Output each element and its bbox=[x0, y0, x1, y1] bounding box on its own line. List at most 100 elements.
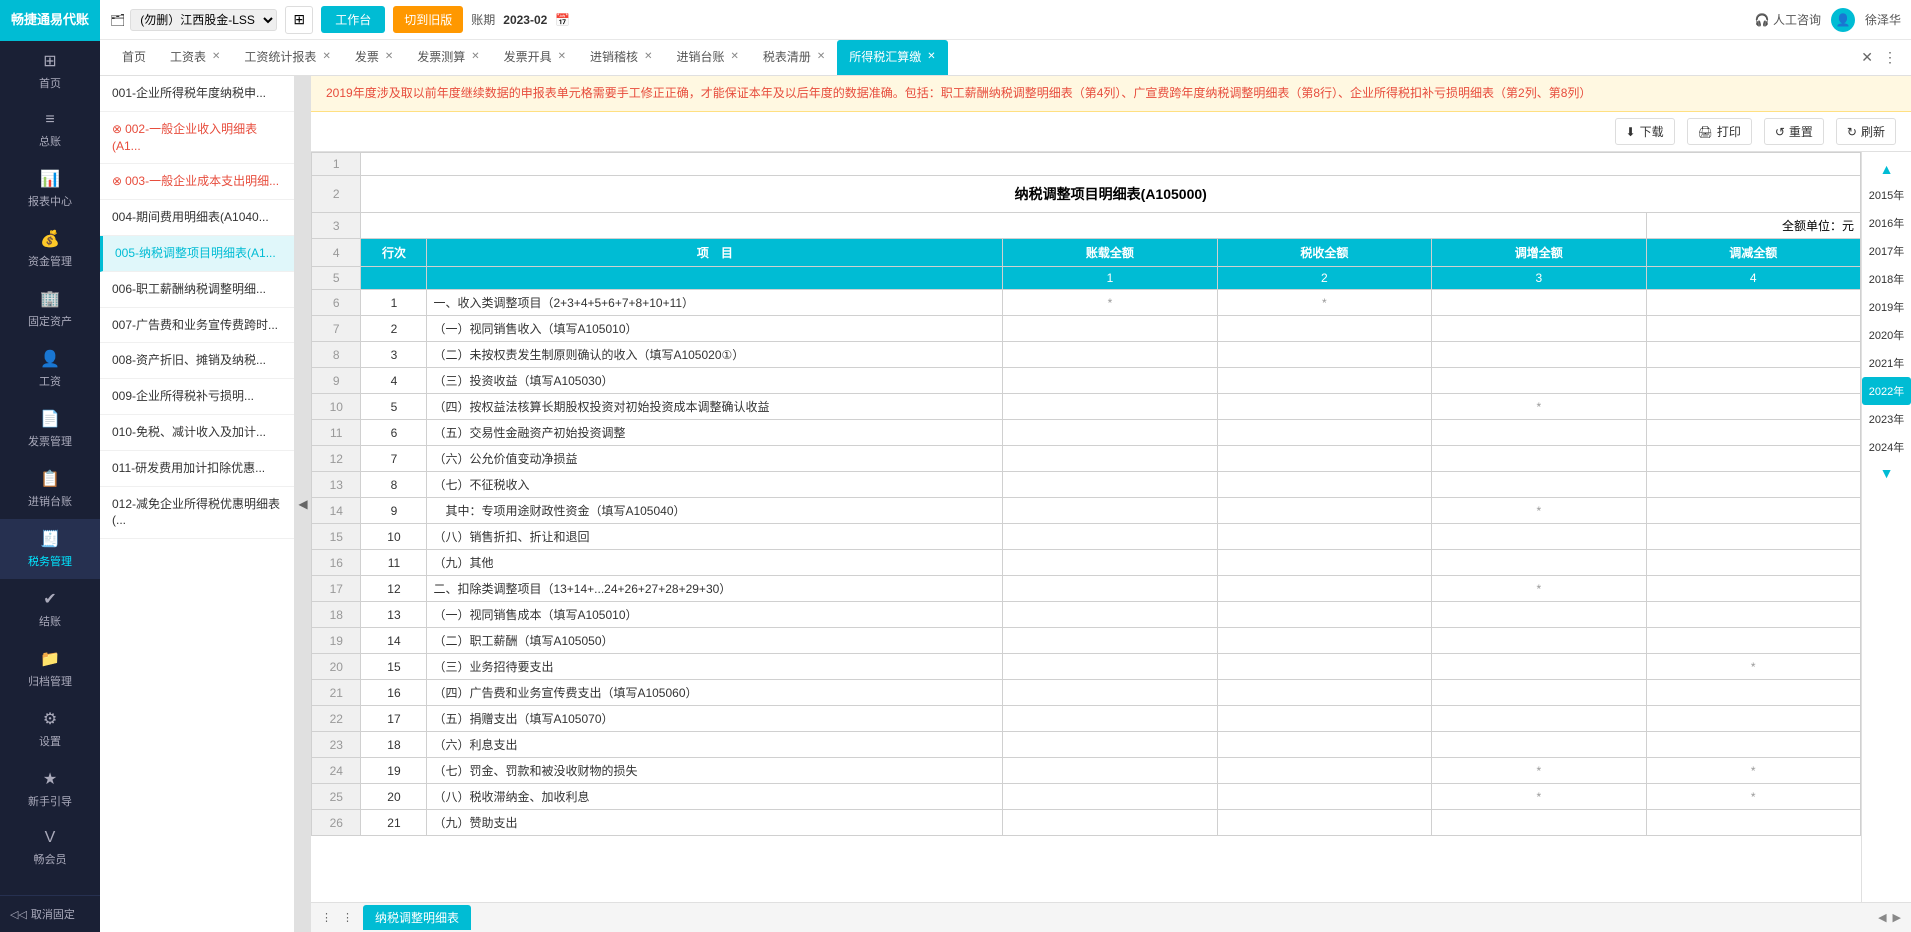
sidebar-item-guide[interactable]: ★ 新手引导 bbox=[0, 759, 100, 819]
workbench-btn[interactable]: 工作台 bbox=[321, 6, 385, 33]
tab-sales-ledger[interactable]: 进销台账 ✕ bbox=[664, 40, 750, 75]
scroll-right-btn[interactable]: ⋮ bbox=[342, 911, 353, 924]
table-row: 21 16 （四）广告费和业务宣传费支出（填写A105060） bbox=[312, 680, 1861, 706]
sidebar-item-label: 发票管理 bbox=[28, 433, 72, 449]
error-icon: ⊗ bbox=[112, 122, 122, 136]
year-2023[interactable]: 2023年 bbox=[1862, 405, 1911, 433]
sidebar-item-label: 税务管理 bbox=[28, 553, 72, 569]
tab-close-invoice-calc[interactable]: ✕ bbox=[471, 51, 479, 62]
reset-btn[interactable]: ↺ 重置 bbox=[1764, 118, 1824, 145]
year-2017[interactable]: 2017年 bbox=[1862, 237, 1911, 265]
left-panel-item-006[interactable]: 006-职工薪酬纳税调整明细... bbox=[100, 272, 294, 308]
table-row: 26 21 （九）赞助支出 bbox=[312, 810, 1861, 836]
tab-close-income-tax[interactable]: ✕ bbox=[927, 51, 935, 62]
tab-close-payroll-stats[interactable]: ✕ bbox=[322, 51, 330, 62]
sidebar-bottom-unpin[interactable]: ◁◁ 取消固定 bbox=[0, 895, 100, 932]
refresh-btn[interactable]: ↻ 刷新 bbox=[1836, 118, 1896, 145]
left-panel-item-009[interactable]: 009-企业所得税补亏损明... bbox=[100, 379, 294, 415]
left-panel-item-007[interactable]: 007-广告费和业务宣传费跨时... bbox=[100, 308, 294, 344]
table-container[interactable]: 1 2 纳税调整项目明细表(A105000) 3 bbox=[311, 152, 1861, 902]
tab-income-tax[interactable]: 所得税汇算缴 ✕ bbox=[837, 40, 947, 75]
sidebar-item-invoice[interactable]: 📄 发票管理 bbox=[0, 399, 100, 459]
sidebar-item-label: 固定资产 bbox=[28, 313, 72, 329]
left-panel-item-002[interactable]: ⊗002-一般企业收入明细表(A1... bbox=[100, 112, 294, 165]
sheet-scroll-area: 1 2 纳税调整项目明细表(A105000) 3 bbox=[311, 152, 1911, 902]
tab-invoice-issue[interactable]: 发票开具 ✕ bbox=[492, 40, 578, 75]
left-panel-item-005[interactable]: 005-纳税调整项目明细表(A1... bbox=[100, 236, 294, 272]
tab-close-sales-ledger[interactable]: ✕ bbox=[730, 51, 738, 62]
left-panel-item-001[interactable]: 001-企业所得税年度纳税申... bbox=[100, 76, 294, 112]
company-select[interactable]: (勿删）江西股金-LSS bbox=[130, 9, 277, 31]
reports-icon: 📊 bbox=[40, 169, 60, 189]
tab-payroll-stats[interactable]: 工资统计报表 ✕ bbox=[232, 40, 342, 75]
table-row: 2 纳税调整项目明细表(A105000) bbox=[312, 176, 1861, 213]
collapse-panel-btn[interactable]: ◀ bbox=[295, 76, 311, 932]
sidebar-item-member[interactable]: V 畅会员 bbox=[0, 819, 100, 877]
table-unit: 全额单位：元 bbox=[1646, 213, 1861, 239]
tab-payroll[interactable]: 工资表 ✕ bbox=[158, 40, 232, 75]
invoice-icon: 📄 bbox=[40, 409, 60, 429]
tab-invoice[interactable]: 发票 ✕ bbox=[343, 40, 405, 75]
left-panel-item-012[interactable]: 012-减免企业所得税优惠明细表(... bbox=[100, 487, 294, 540]
sidebar-item-home[interactable]: ⊞ 首页 bbox=[0, 41, 100, 101]
left-panel-item-008[interactable]: 008-资产折旧、摊销及纳税... bbox=[100, 343, 294, 379]
tab-close-invoice-issue[interactable]: ✕ bbox=[558, 51, 566, 62]
sidebar-item-payroll[interactable]: 👤 工资 bbox=[0, 339, 100, 399]
sidebar-item-close[interactable]: ✔ 结账 bbox=[0, 579, 100, 639]
left-panel-item-004[interactable]: 004-期间费用明细表(A1040... bbox=[100, 200, 294, 236]
sidebar-item-archive[interactable]: 📁 归档管理 bbox=[0, 639, 100, 699]
tab-close-sales-check[interactable]: ✕ bbox=[644, 51, 652, 62]
year-2018[interactable]: 2018年 bbox=[1862, 265, 1911, 293]
sidebar-item-fixed[interactable]: 🏢 固定资产 bbox=[0, 279, 100, 339]
service-btn[interactable]: 🎧 人工咨询 bbox=[1755, 11, 1821, 28]
tab-home[interactable]: 首页 bbox=[110, 40, 158, 75]
year-2015[interactable]: 2015年 bbox=[1862, 181, 1911, 209]
col-header-v2: 税收全额 bbox=[1217, 239, 1431, 267]
sidebar-item-ledger[interactable]: ≡ 总账 bbox=[0, 101, 100, 159]
year-2022[interactable]: 2022年 bbox=[1862, 377, 1911, 405]
left-panel-item-010[interactable]: 010-免税、减计收入及加计... bbox=[100, 415, 294, 451]
sidebar-item-label: 结账 bbox=[39, 613, 61, 629]
tab-close-invoice[interactable]: ✕ bbox=[385, 51, 393, 62]
tab-close-payroll[interactable]: ✕ bbox=[212, 51, 220, 62]
sidebar-item-purchase[interactable]: 📋 进销台账 bbox=[0, 459, 100, 519]
error-icon: ⊗ bbox=[112, 174, 122, 188]
refresh-icon: ↻ bbox=[1847, 125, 1857, 139]
table-row: 18 13 （一）视同销售成本（填写A105010） bbox=[312, 602, 1861, 628]
close-all-tabs-btn[interactable]: ✕ bbox=[1855, 49, 1879, 66]
sidebar-item-tax[interactable]: 🧾 税务管理 bbox=[0, 519, 100, 579]
calendar-icon[interactable]: 📅 bbox=[555, 13, 570, 27]
sidebar-item-label: 工资 bbox=[39, 373, 61, 389]
back-btn[interactable]: 切到旧版 bbox=[393, 6, 463, 33]
year-2021[interactable]: 2021年 bbox=[1862, 349, 1911, 377]
year-2020[interactable]: 2020年 bbox=[1862, 321, 1911, 349]
sidebar-item-assets[interactable]: 💰 资金管理 bbox=[0, 219, 100, 279]
tab-close-tax-table[interactable]: ✕ bbox=[817, 51, 825, 62]
tab-invoice-calc[interactable]: 发票测算 ✕ bbox=[405, 40, 491, 75]
sidebar-item-reports[interactable]: 📊 报表中心 bbox=[0, 159, 100, 219]
copy-btn[interactable]: ⊞ bbox=[285, 6, 313, 34]
year-nav-down[interactable]: ▼ bbox=[1876, 461, 1898, 485]
year-2019[interactable]: 2019年 bbox=[1862, 293, 1911, 321]
print-btn[interactable]: 🖨 打印 bbox=[1687, 118, 1752, 145]
h-scroll-left[interactable]: ◀ bbox=[1878, 911, 1886, 924]
left-panel-item-003[interactable]: ⊗003-一般企业成本支出明细... bbox=[100, 164, 294, 200]
unpin-icon: ◁◁ bbox=[10, 908, 27, 921]
close-icon: ✔ bbox=[43, 589, 56, 609]
tab-tax-table[interactable]: 税表清册 ✕ bbox=[751, 40, 837, 75]
bottom-tab-adjust[interactable]: 纳税调整明细表 bbox=[363, 905, 471, 930]
table-row: 12 7 （六）公允价值变动净损益 bbox=[312, 446, 1861, 472]
left-panel: 001-企业所得税年度纳税申... ⊗002-一般企业收入明细表(A1... ⊗… bbox=[100, 76, 295, 932]
year-nav-up[interactable]: ▲ bbox=[1876, 157, 1898, 181]
scroll-left-btn[interactable]: ⋮ bbox=[321, 911, 332, 924]
tab-sales-check[interactable]: 进销稽核 ✕ bbox=[578, 40, 664, 75]
download-btn[interactable]: ⬇ 下载 bbox=[1615, 118, 1675, 145]
year-2016[interactable]: 2016年 bbox=[1862, 209, 1911, 237]
left-panel-item-011[interactable]: 011-研发费用加计扣除优惠... bbox=[100, 451, 294, 487]
sidebar-item-settings[interactable]: ⚙ 设置 bbox=[0, 699, 100, 759]
h-scroll-right[interactable]: ▶ bbox=[1893, 911, 1901, 924]
sidebar-item-label: 归档管理 bbox=[28, 673, 72, 689]
nav-more-btn[interactable]: ⋮ bbox=[1879, 49, 1901, 66]
table-row: 25 20 （八）税收滞纳金、加收利息 * * bbox=[312, 784, 1861, 810]
year-2024[interactable]: 2024年 bbox=[1862, 433, 1911, 461]
